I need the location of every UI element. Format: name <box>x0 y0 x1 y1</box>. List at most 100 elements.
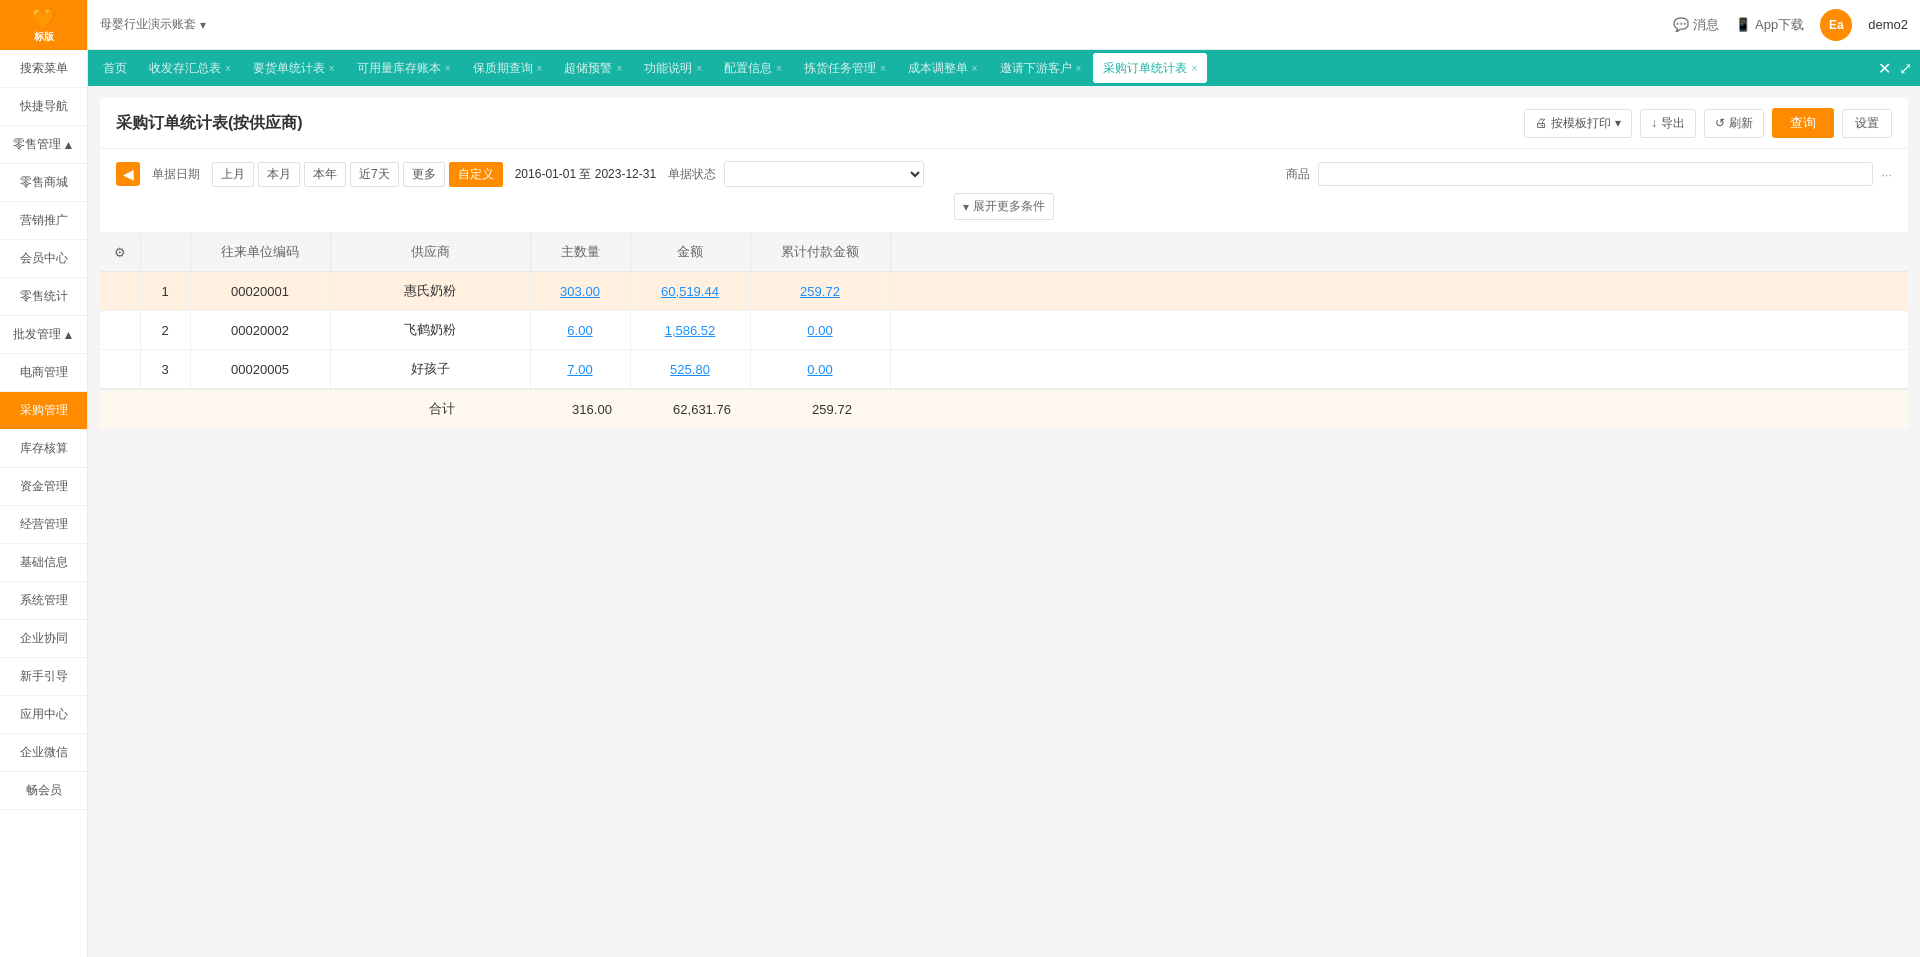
sidebar-item-enterprise[interactable]: 企业协同 <box>0 620 87 658</box>
sidebar-item-finance[interactable]: 资金管理 <box>0 468 87 506</box>
date-range-display: 2016-01-01 至 2023-12-31 <box>515 166 656 183</box>
filter-toggle-button[interactable]: ◀ <box>116 162 140 186</box>
overstock-alert-close-icon[interactable]: × <box>616 63 622 74</box>
row3-qty-link[interactable]: 7.00 <box>567 362 592 377</box>
settings-gear-icon[interactable]: ⚙ <box>114 245 126 260</box>
page-title: 采购订单统计表(按供应商) <box>116 113 303 134</box>
tab-invite-downstream[interactable]: 邀请下游客户 × <box>990 53 1092 83</box>
row1-paid-link[interactable]: 259.72 <box>800 284 840 299</box>
row2-qty-link[interactable]: 6.00 <box>567 323 592 338</box>
goods-input[interactable] <box>1318 162 1873 186</box>
collect-summary-close-icon[interactable]: × <box>225 63 231 74</box>
invite-downstream-label: 邀请下游客户 <box>1000 60 1072 77</box>
goods-more-icon[interactable]: ··· <box>1881 167 1892 182</box>
tab-purchase-summary[interactable]: 采购订单统计表 × <box>1093 53 1207 83</box>
sidebar-item-base-info[interactable]: 基础信息 <box>0 544 87 582</box>
settings-button[interactable]: 设置 <box>1842 109 1892 138</box>
sidebar-item-shortcut[interactable]: 快捷导航 <box>0 88 87 126</box>
order-summary-close-icon[interactable]: × <box>329 63 335 74</box>
enterprise-wechat-label: 企业微信 <box>20 745 68 759</box>
date-quick-buttons: 上月 本月 本年 近7天 更多 自定义 <box>212 162 503 187</box>
row3-paid-link[interactable]: 0.00 <box>807 362 832 377</box>
status-select[interactable] <box>724 161 924 187</box>
goods-filter-group: 商品 ··· <box>1286 162 1892 186</box>
tab-cost-adjust[interactable]: 成本调整单 × <box>898 53 988 83</box>
avatar[interactable]: Ea <box>1820 9 1852 41</box>
settings-label: 设置 <box>1855 116 1879 130</box>
sidebar-item-system[interactable]: 系统管理 <box>0 582 87 620</box>
message-label: 消息 <box>1693 16 1719 34</box>
warranty-query-close-icon[interactable]: × <box>537 63 543 74</box>
tab-function-desc[interactable]: 功能说明 × <box>634 53 712 83</box>
tab-config-info[interactable]: 配置信息 × <box>714 53 792 83</box>
template-print-button[interactable]: 🖨 按模板打印 ▾ <box>1524 109 1632 138</box>
last-month-button[interactable]: 上月 <box>212 162 254 187</box>
sidebar-item-ecommerce[interactable]: 电商管理 <box>0 354 87 392</box>
tab-order-summary[interactable]: 要货单统计表 × <box>243 53 345 83</box>
pick-task-close-icon[interactable]: × <box>880 63 886 74</box>
date-filter-label: 单据日期 <box>152 166 200 183</box>
this-month-button[interactable]: 本月 <box>258 162 300 187</box>
sidebar-item-inventory[interactable]: 库存核算 <box>0 430 87 468</box>
sidebar-item-member[interactable]: 会员中心 <box>0 240 87 278</box>
tab-home[interactable]: 首页 <box>93 53 137 83</box>
tab-pick-task[interactable]: 拣货任务管理 × <box>794 53 896 83</box>
tab-collect-summary[interactable]: 收发存汇总表 × <box>139 53 241 83</box>
row2-supplier: 飞鹤奶粉 <box>330 311 530 350</box>
this-year-button[interactable]: 本年 <box>304 162 346 187</box>
sidebar-item-retail-mall[interactable]: 零售商城 <box>0 164 87 202</box>
purchase-summary-close-icon[interactable]: × <box>1191 63 1197 74</box>
sidebar-item-app-center[interactable]: 应用中心 <box>0 696 87 734</box>
sidebar-item-newbie[interactable]: 新手引导 <box>0 658 87 696</box>
operations-label: 经营管理 <box>20 517 68 531</box>
custom-date-button[interactable]: 自定义 <box>449 162 503 187</box>
row1-amount-link[interactable]: 60,519.44 <box>661 284 719 299</box>
sidebar-item-wholesale[interactable]: 批发管理 ▲ <box>0 316 87 354</box>
sidebar-item-enterprise-wechat[interactable]: 企业微信 <box>0 734 87 772</box>
tab-overstock-alert[interactable]: 超储预警 × <box>554 53 632 83</box>
retail-mall-label: 零售商城 <box>20 175 68 189</box>
query-button[interactable]: 查询 <box>1772 108 1834 138</box>
refresh-button[interactable]: ↺ 刷新 <box>1704 109 1764 138</box>
message-button[interactable]: 💬 消息 <box>1673 16 1719 34</box>
page-actions: 🖨 按模板打印 ▾ ↓ 导出 ↺ 刷新 查询 设置 <box>1524 108 1892 138</box>
sidebar-item-retail[interactable]: 零售管理 ▲ <box>0 126 87 164</box>
sidebar-item-operations[interactable]: 经营管理 <box>0 506 87 544</box>
row3-amount-link[interactable]: 525.80 <box>670 362 710 377</box>
app-download-button[interactable]: 📱 App下载 <box>1735 16 1804 34</box>
config-info-close-icon[interactable]: × <box>776 63 782 74</box>
table-row[interactable]: 1 00020001 惠氏奶粉 303.00 60,519.44 259.72 <box>100 272 1908 311</box>
template-dropdown-icon: ▾ <box>1615 116 1621 130</box>
function-desc-close-icon[interactable]: × <box>696 63 702 74</box>
home-tab-label: 首页 <box>103 60 127 77</box>
app-download-label: App下载 <box>1755 16 1804 34</box>
available-inventory-close-icon[interactable]: × <box>445 63 451 74</box>
tab-available-inventory[interactable]: 可用量库存账本 × <box>347 53 461 83</box>
th-paid: 累计付款金额 <box>750 233 890 272</box>
export-button[interactable]: ↓ 导出 <box>1640 109 1696 138</box>
sidebar-item-marketing[interactable]: 营销推广 <box>0 202 87 240</box>
filter-row: ◀ 单据日期 上月 本月 本年 近7天 <box>116 161 1892 187</box>
expand-more-button[interactable]: ▾ 展开更多条件 <box>954 193 1054 220</box>
th-supplier: 供应商 <box>330 233 530 272</box>
sidebar-item-member2[interactable]: 畅会员 <box>0 772 87 810</box>
row2-paid-link[interactable]: 0.00 <box>807 323 832 338</box>
sidebar-item-purchase[interactable]: 采购管理 <box>0 392 87 430</box>
row1-qty-link[interactable]: 303.00 <box>560 284 600 299</box>
last-7-days-button[interactable]: 近7天 <box>350 162 399 187</box>
close-all-tabs-button[interactable]: ✕ <box>1874 59 1895 78</box>
maximize-button[interactable]: ⤢ <box>1895 59 1916 78</box>
row2-qty: 6.00 <box>530 311 630 350</box>
table-row[interactable]: 3 00020005 好孩子 7.00 525.80 0.00 <box>100 350 1908 389</box>
invite-downstream-close-icon[interactable]: × <box>1076 63 1082 74</box>
more-date-button[interactable]: 更多 <box>403 162 445 187</box>
order-summary-label: 要货单统计表 <box>253 60 325 77</box>
sidebar-item-search[interactable]: 搜索菜单 <box>0 50 87 88</box>
top-bar-right: 💬 消息 📱 App下载 Ea demo2 <box>1673 9 1908 41</box>
cost-adjust-close-icon[interactable]: × <box>972 63 978 74</box>
tab-warranty-query[interactable]: 保质期查询 × <box>463 53 553 83</box>
workspace-selector[interactable]: 母婴行业演示账套 ▾ <box>100 16 300 33</box>
row2-amount-link[interactable]: 1,586.52 <box>665 323 716 338</box>
table-row[interactable]: 2 00020002 飞鹤奶粉 6.00 1,586.52 0.00 <box>100 311 1908 350</box>
sidebar-item-retail-stats[interactable]: 零售统计 <box>0 278 87 316</box>
